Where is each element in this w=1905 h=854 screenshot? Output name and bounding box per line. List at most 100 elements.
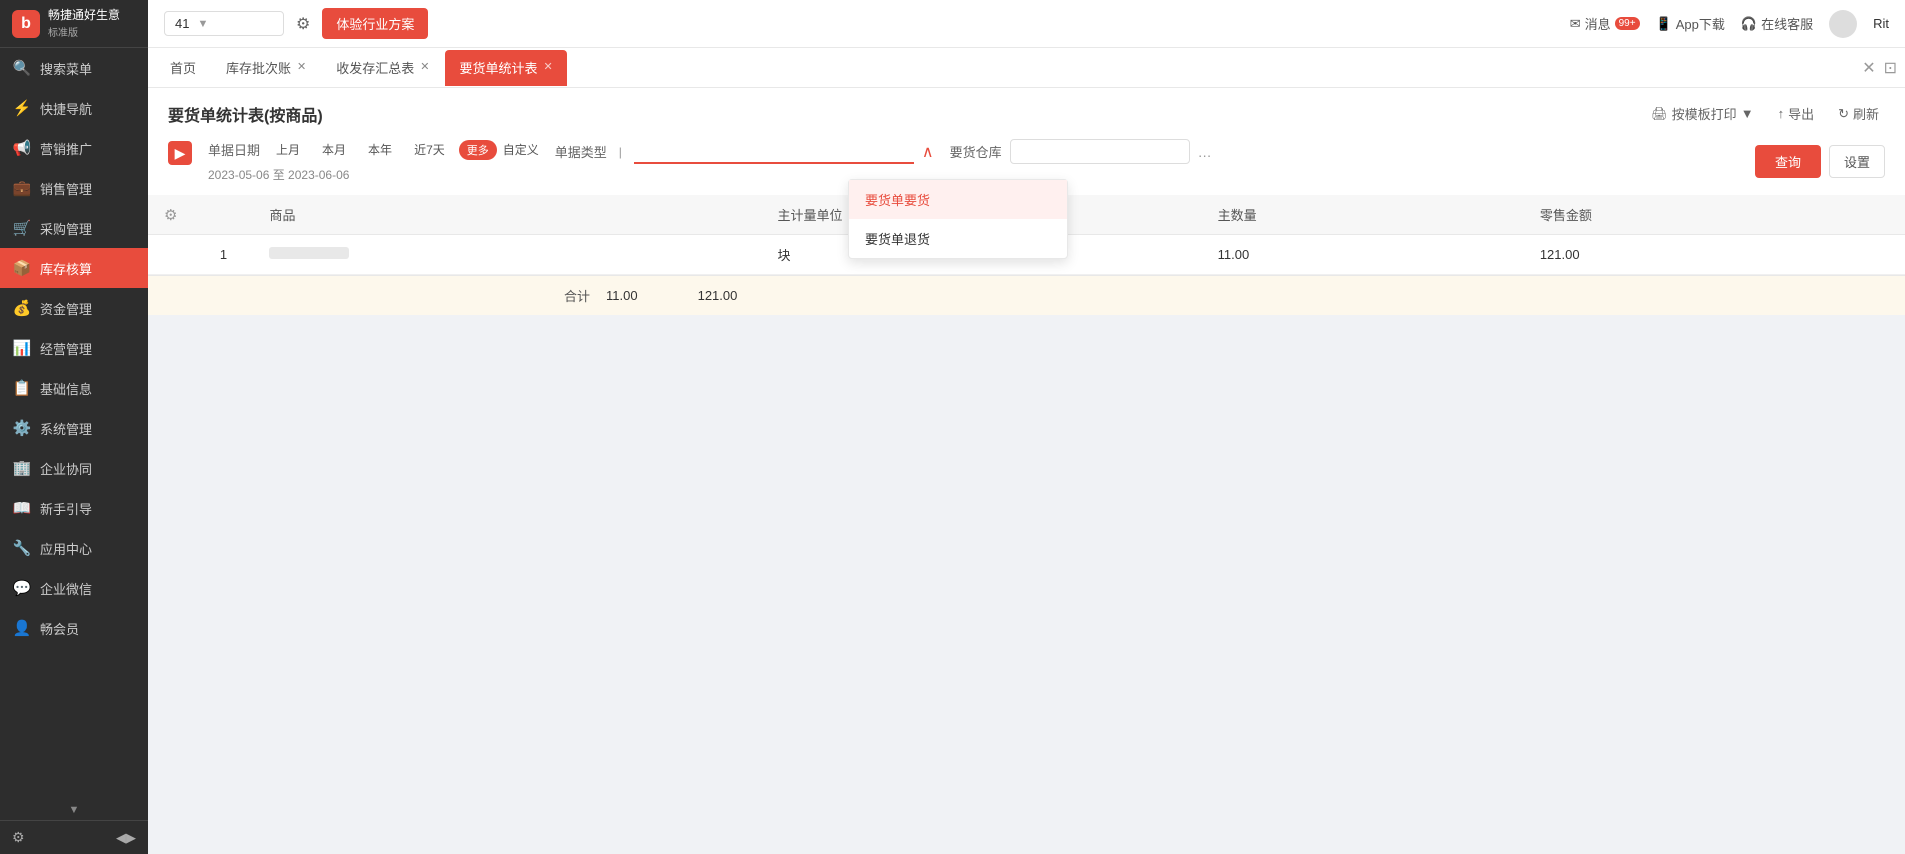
product-placeholder	[269, 247, 349, 259]
sidebar-item-system[interactable]: ⚙️ 系统管理	[0, 408, 148, 448]
table-footer: 合计 11.00 121.00	[148, 275, 1905, 315]
row-amount-cell: 121.00	[1524, 235, 1905, 275]
sidebar-logo: b 畅捷通好生意 标准版	[0, 0, 148, 48]
messages-action[interactable]: ✉ 消息 99+	[1570, 14, 1640, 33]
sidebar-item-purchase[interactable]: 🛒 采购管理	[0, 208, 148, 248]
row-gear-cell	[148, 235, 193, 275]
tab-home[interactable]: 首页	[156, 50, 210, 86]
sidebar-item-sales[interactable]: 💼 销售管理	[0, 168, 148, 208]
settings-icon[interactable]: ⚙	[12, 829, 25, 846]
dropdown-item-requisition-order[interactable]: 要货单要货	[849, 180, 1067, 219]
sidebar-item-wechat[interactable]: 💬 企业微信	[0, 568, 148, 608]
operation-icon: 📊	[12, 338, 32, 358]
shortcut-last-7-days[interactable]: 近7天	[406, 139, 453, 160]
table-gear-icon[interactable]: ⚙	[164, 207, 177, 224]
sidebar-bottom: ⚙ ◀▶	[0, 820, 148, 854]
type-filter-chevron-icon[interactable]: ∧	[922, 142, 934, 162]
system-icon: ⚙️	[12, 418, 32, 438]
print-chevron-icon: ▼	[1741, 106, 1754, 121]
print-template-btn[interactable]: 🖨 按模板打印 ▼	[1645, 100, 1759, 127]
warehouse-more-icon[interactable]: …	[1198, 144, 1212, 160]
sidebar-item-search[interactable]: 🔍 搜索菜单	[0, 48, 148, 88]
sidebar: b 畅捷通好生意 标准版 🔍 搜索菜单 ⚡ 快捷导航 📢 营销推广 💼 销售管理…	[0, 0, 148, 854]
tab-receivable-summary-close-icon[interactable]: ✕	[420, 62, 429, 73]
col-header-seq	[193, 195, 253, 235]
store-selector[interactable]: 41 ▼	[164, 11, 284, 36]
tab-receivable-summary-label: 收发存汇总表	[336, 58, 414, 77]
tab-requisition-summary[interactable]: 要货单统计表 ✕	[445, 50, 566, 86]
refresh-btn[interactable]: ↻ 刷新	[1832, 100, 1885, 127]
username: Rit	[1873, 16, 1889, 31]
app-download-action[interactable]: 📱 App下载	[1656, 14, 1725, 33]
sidebar-item-guide[interactable]: 📖 新手引导	[0, 488, 148, 528]
content-area: 要货单统计表(按商品) 🖨 按模板打印 ▼ ↑ 导出 ↻ 刷新 ▶	[148, 88, 1905, 854]
col-header-quantity: 主数量	[1202, 195, 1524, 235]
trial-btn[interactable]: 体验行业方案	[322, 8, 428, 39]
sidebar-item-purchase-label: 采购管理	[40, 219, 92, 238]
sidebar-item-basic-label: 基础信息	[40, 379, 92, 398]
tabs-right-actions: ✕ ⊡	[1862, 58, 1905, 78]
sidebar-item-member[interactable]: 👤 畅会员	[0, 608, 148, 648]
sidebar-item-member-label: 畅会员	[40, 619, 79, 638]
topbar-gear-icon[interactable]: ⚙	[296, 14, 310, 34]
store-chevron-icon: ▼	[197, 18, 208, 30]
tab-inventory-batch[interactable]: 库存批次账 ✕	[212, 50, 320, 86]
sidebar-item-quick-nav[interactable]: ⚡ 快捷导航	[0, 88, 148, 128]
messages-icon: ✉	[1570, 16, 1581, 32]
col-header-amount: 零售金额	[1524, 195, 1905, 235]
export-btn[interactable]: ↑ 导出	[1772, 100, 1821, 127]
query-button[interactable]: 查询	[1755, 145, 1821, 178]
sidebar-item-appstore-label: 应用中心	[40, 539, 92, 558]
footer-total-label: 合计	[564, 286, 590, 305]
tabs-expand-icon[interactable]: ⊡	[1884, 58, 1897, 78]
print-template-label: 按模板打印	[1672, 104, 1737, 123]
messages-label: 消息	[1585, 14, 1611, 33]
sidebar-item-operation[interactable]: 📊 经营管理	[0, 328, 148, 368]
type-filter-group: 单据类型 | ∧	[555, 139, 934, 164]
basic-icon: 📋	[12, 378, 32, 398]
col-header-product: 商品	[253, 195, 761, 235]
footer-values: 11.00 121.00	[606, 288, 737, 303]
filter-toggle-btn[interactable]: ▶	[168, 141, 192, 165]
setting-button[interactable]: 设置	[1829, 145, 1885, 178]
sidebar-item-finance[interactable]: 💰 资金管理	[0, 288, 148, 328]
sidebar-item-finance-label: 资金管理	[40, 299, 92, 318]
search-icon: 🔍	[12, 58, 32, 78]
page-title: 要货单统计表(按商品)	[168, 102, 323, 126]
shortcut-last-month[interactable]: 上月	[268, 139, 308, 160]
sidebar-item-wechat-label: 企业微信	[40, 579, 92, 598]
inventory-icon: 📦	[12, 258, 32, 278]
footer-quantity: 11.00	[606, 288, 638, 303]
shortcut-custom[interactable]: 自定义	[503, 141, 539, 158]
sidebar-item-basic[interactable]: 📋 基础信息	[0, 368, 148, 408]
online-service-action[interactable]: 🎧 在线客服	[1741, 14, 1813, 33]
topbar: 41 ▼ ⚙ 体验行业方案 ✉ 消息 99+ 📱 App下载 🎧 在线客服 Ri…	[148, 0, 1905, 48]
sidebar-item-marketing[interactable]: 📢 营销推广	[0, 128, 148, 168]
dropdown-item-requisition-return[interactable]: 要货单退货	[849, 219, 1067, 258]
shortcut-more-btn[interactable]: 更多	[459, 140, 497, 160]
logo-sub: 标准版	[48, 24, 120, 39]
tab-inventory-batch-close-icon[interactable]: ✕	[297, 62, 306, 73]
sidebar-item-sales-label: 销售管理	[40, 179, 92, 198]
appstore-icon: 🔧	[12, 538, 32, 558]
sidebar-item-appstore[interactable]: 🔧 应用中心	[0, 528, 148, 568]
col-header-gear[interactable]: ⚙	[148, 195, 193, 235]
sidebar-item-enterprise[interactable]: 🏢 企业协同	[0, 448, 148, 488]
sidebar-item-marketing-label: 营销推广	[40, 139, 92, 158]
shortcut-this-year[interactable]: 本年	[360, 139, 400, 160]
collapse-icon[interactable]: ◀▶	[116, 830, 136, 846]
export-label: 导出	[1788, 104, 1814, 123]
type-filter-row: 单据类型 | ∧	[555, 139, 934, 164]
type-filter-input[interactable]	[634, 139, 914, 164]
sidebar-item-guide-label: 新手引导	[40, 499, 92, 518]
messages-badge: 99+	[1615, 17, 1640, 30]
sidebar-scroll-down[interactable]: ▼	[0, 800, 148, 820]
shortcut-this-month[interactable]: 本月	[314, 139, 354, 160]
tab-receivable-summary[interactable]: 收发存汇总表 ✕	[322, 50, 443, 86]
row-product-cell	[253, 235, 761, 275]
sidebar-item-inventory[interactable]: 📦 库存核算	[0, 248, 148, 288]
download-icon: 📱	[1656, 16, 1672, 32]
tab-requisition-summary-close-icon[interactable]: ✕	[544, 62, 553, 73]
warehouse-filter-input[interactable]	[1010, 139, 1190, 164]
tabs-minus-icon[interactable]: ✕	[1862, 58, 1875, 78]
